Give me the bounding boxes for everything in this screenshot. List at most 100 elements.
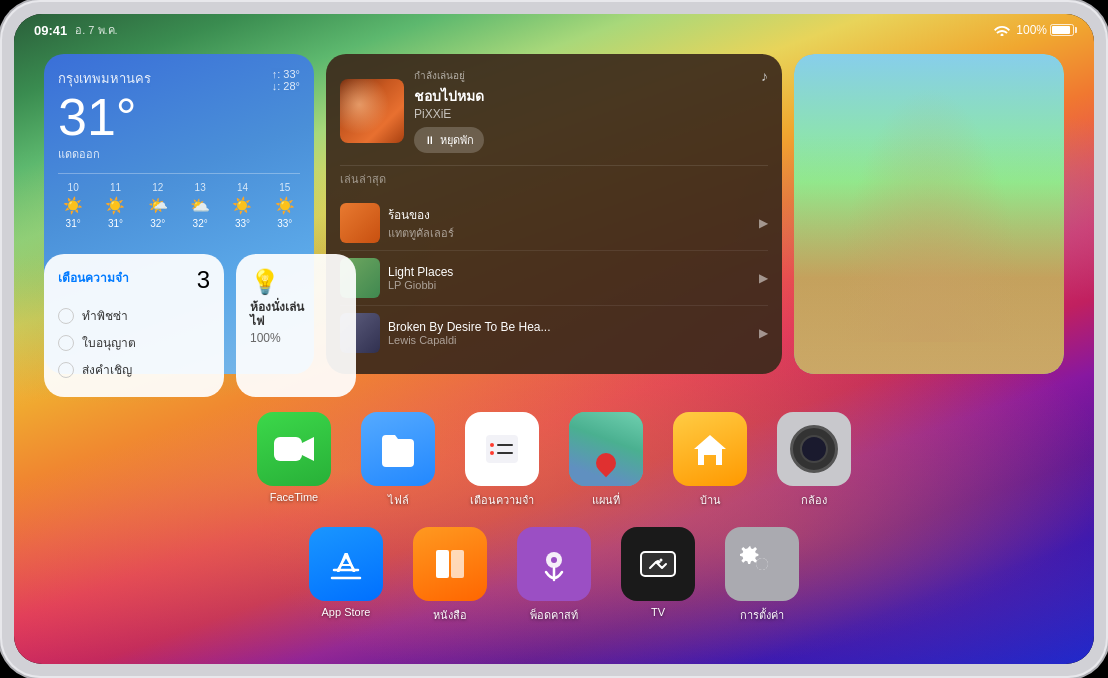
settings-label: การตั้งค่า [740, 606, 784, 624]
files-icon [361, 412, 435, 486]
photos-widget[interactable] [794, 54, 1064, 374]
queue-art-1 [340, 203, 380, 243]
queue-item-1[interactable]: ร้อนของ แทตทูคัลเลอร์ ▶ [340, 196, 768, 251]
music-widget[interactable]: กำลังเล่นอยู่ ชอบไปหมด PiXXiE ⏸ หยุดพัก … [326, 54, 782, 374]
light-bulb-icon: 💡 [250, 268, 280, 296]
reminder-text-1: ทำพิชซ่า [82, 306, 128, 325]
app-icon-home[interactable]: บ้าน [673, 412, 747, 509]
queue-info-2: Light Places LP Giobbi [388, 265, 751, 291]
reminders-header: เตือนความจำ 3 [58, 268, 210, 292]
music-note-icon: ♪ [761, 68, 768, 84]
queue-info-1: ร้อนของ แทตทูคัลเลอร์ [388, 205, 751, 242]
ipad-frame: 09:41 อ. 7 พ.ค. 100% [0, 0, 1108, 678]
svg-rect-13 [436, 550, 449, 578]
podcasts-label: พ็อดคาสท์ [530, 606, 578, 624]
maps-icon [569, 412, 643, 486]
app-icon-appstore[interactable]: A App Store [309, 527, 383, 624]
reminder-item-2: ใบอนุญาต [58, 329, 210, 356]
app-icon-facetime[interactable]: FaceTime [257, 412, 331, 509]
reminder-item-1: ทำพิชซ่า [58, 302, 210, 329]
forecast-day-3: 12 🌤️ 32° [143, 182, 173, 229]
forecast-day-1: 10 ☀️ 31° [58, 182, 88, 229]
facetime-icon [257, 412, 331, 486]
battery-icon [1050, 24, 1074, 36]
music-title: ชอบไปหมด [414, 85, 768, 107]
forecast-day-5: 14 ☀️ 33° [227, 182, 257, 229]
app-icon-settings[interactable]: การตั้งค่า [725, 527, 799, 624]
svg-point-3 [490, 443, 494, 447]
reminders-widget[interactable]: เตือนความจำ 3 ทำพิชซ่า ใบอนุญาต ส่งคำเชิ… [44, 254, 224, 397]
books-icon [413, 527, 487, 601]
facetime-label: FaceTime [270, 491, 319, 503]
apps-row1: FaceTime ไฟล์ [14, 412, 1094, 509]
svg-point-20 [660, 559, 663, 562]
music-status-label: กำลังเล่นอยู่ [414, 68, 768, 83]
app-icon-books[interactable]: หนังสือ [413, 527, 487, 624]
status-time: 09:41 [34, 23, 67, 38]
queue-play-icon-3: ▶ [759, 326, 768, 340]
queue-title-1: ร้อนของ [388, 205, 751, 224]
music-now-playing: กำลังเล่นอยู่ ชอบไปหมด PiXXiE ⏸ หยุดพัก … [340, 68, 768, 153]
weather-high: ↑: 33° [272, 68, 300, 80]
weather-forecast: 10 ☀️ 31° 11 ☀️ 31° 12 🌤️ 32° [58, 173, 300, 229]
settings-icon [725, 527, 799, 601]
books-label: หนังสือ [433, 606, 467, 624]
svg-rect-14 [451, 550, 464, 578]
music-queue-label: เล่นล่าสุด [340, 165, 768, 188]
queue-item-2[interactable]: Light Places LP Giobbi ▶ [340, 251, 768, 306]
maps-label: แผนที่ [592, 491, 620, 509]
queue-artist-2: LP Giobbi [388, 279, 751, 291]
svg-rect-6 [497, 452, 513, 454]
svg-point-5 [490, 451, 494, 455]
pause-label: หยุดพัก [440, 131, 474, 149]
queue-item-3[interactable]: Broken By Desire To Be Hea... Lewis Capa… [340, 306, 768, 360]
svg-rect-2 [486, 435, 518, 463]
music-pause-button[interactable]: ⏸ หยุดพัก [414, 127, 484, 153]
svg-marker-1 [302, 437, 314, 461]
battery-container: 100% [1016, 23, 1074, 37]
home-label: บ้าน [700, 491, 721, 509]
tv-label: TV [651, 606, 665, 618]
reminders-app-label: เตือนความจำ [470, 491, 534, 509]
weather-highlow: ↑: 33° ↓: 28° [272, 68, 300, 92]
queue-artist-3: Lewis Capaldi [388, 334, 751, 346]
reminders-count: 3 [197, 268, 210, 292]
reminders-title: เตือนความจำ [58, 268, 129, 287]
reminder-text-2: ใบอนุญาต [82, 333, 136, 352]
queue-play-icon-2: ▶ [759, 271, 768, 285]
queue-play-icon-1: ▶ [759, 216, 768, 230]
reminder-circle-2 [58, 335, 74, 351]
app-icon-podcasts[interactable]: พ็อดคาสท์ [517, 527, 591, 624]
light-room-name: ห้องนั่งเล่นไฟ [250, 300, 304, 329]
podcasts-icon [517, 527, 591, 601]
widgets-row2: เตือนความจำ 3 ทำพิชซ่า ใบอนุญาต ส่งคำเชิ… [44, 254, 356, 397]
wifi-icon [994, 24, 1010, 36]
queue-title-2: Light Places [388, 265, 751, 279]
weather-temp: 31° [58, 91, 300, 143]
forecast-day-2: 11 ☀️ 31° [100, 182, 130, 229]
weather-low: ↓: 28° [272, 80, 300, 92]
status-bar: 09:41 อ. 7 พ.ค. 100% [14, 14, 1094, 46]
queue-title-3: Broken By Desire To Be Hea... [388, 320, 751, 334]
svg-point-22 [756, 558, 768, 570]
app-icon-camera[interactable]: กล้อง [777, 412, 851, 509]
app-icon-files[interactable]: ไฟล์ [361, 412, 435, 509]
svg-point-16 [551, 557, 557, 563]
app-icon-reminders[interactable]: เตือนความจำ [465, 412, 539, 509]
appstore-label: App Store [322, 606, 371, 618]
reminder-circle-3 [58, 362, 74, 378]
tv-icon [621, 527, 695, 601]
status-date: อ. 7 พ.ค. [75, 21, 117, 39]
camera-lens-inner [800, 435, 828, 463]
status-right: 100% [994, 23, 1074, 37]
reminders-app-icon [465, 412, 539, 486]
music-album-art [340, 79, 404, 143]
app-icon-tv[interactable]: TV [621, 527, 695, 624]
reminder-circle-1 [58, 308, 74, 324]
reminder-text-3: ส่งคำเชิญ [82, 360, 132, 379]
reminder-item-3: ส่งคำเชิญ [58, 356, 210, 383]
light-widget[interactable]: 💡 ห้องนั่งเล่นไฟ 100% [236, 254, 356, 397]
queue-info-3: Broken By Desire To Be Hea... Lewis Capa… [388, 320, 751, 346]
app-icon-maps[interactable]: แผนที่ [569, 412, 643, 509]
queue-artist-1: แทตทูคัลเลอร์ [388, 224, 751, 242]
